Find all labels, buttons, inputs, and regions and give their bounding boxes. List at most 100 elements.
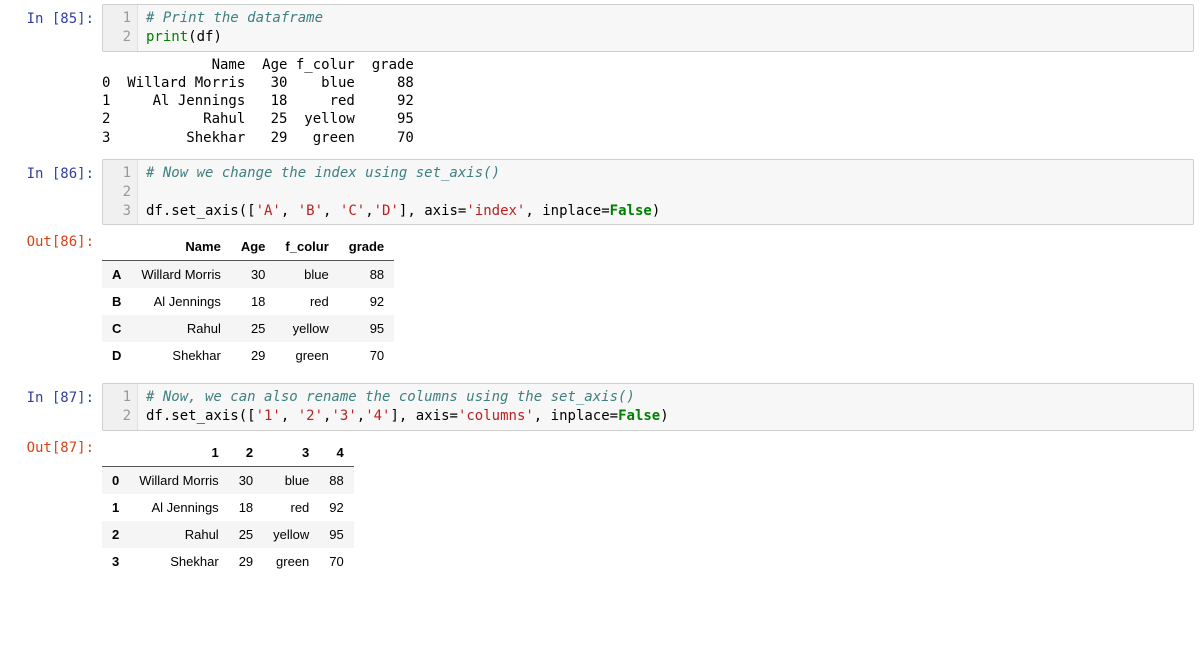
cell: green (275, 342, 338, 369)
table-row: 3Shekhar29green70 (102, 548, 354, 575)
cell: 92 (339, 288, 394, 315)
row-index: A (102, 261, 131, 289)
row-index: C (102, 315, 131, 342)
table-row: BAl Jennings18red92 (102, 288, 394, 315)
cell: 95 (319, 521, 353, 548)
code-area-87[interactable]: 1 2 # Now, we can also rename the column… (102, 383, 1194, 431)
code-text: df.set_axis([ (146, 408, 256, 424)
code-text: , (323, 203, 340, 219)
code-text: (df) (188, 29, 222, 45)
cell: 30 (229, 467, 263, 495)
code-lines-87: # Now, we can also rename the columns us… (138, 384, 677, 430)
gutter-85: 1 2 (103, 5, 138, 51)
code-text: , (281, 408, 298, 424)
code-text: , (281, 203, 298, 219)
cell: yellow (263, 521, 319, 548)
col-header: f_colur (275, 233, 338, 261)
cell: 18 (231, 288, 276, 315)
code-lines-86: # Now we change the index using set_axis… (138, 160, 668, 225)
gutter-86: 1 2 3 (103, 160, 138, 225)
in-prompt-85: In [85]: (8, 4, 102, 52)
cell: 88 (339, 261, 394, 289)
line-number: 1 (103, 9, 131, 28)
output-cell-85: Name Age f_colur grade 0 Willard Morris … (8, 54, 1194, 157)
cell: Shekhar (129, 548, 228, 575)
row-index: B (102, 288, 131, 315)
cell: blue (263, 467, 319, 495)
table-header-row: Name Age f_colur grade (102, 233, 394, 261)
table-row: 1Al Jennings18red92 (102, 494, 354, 521)
code-string: '3' (331, 408, 356, 424)
col-header: grade (339, 233, 394, 261)
code-text: , inplace= (534, 408, 618, 424)
in-prompt-86: In [86]: (8, 159, 102, 226)
empty-prompt (8, 54, 102, 157)
cell: 95 (339, 315, 394, 342)
cell: Willard Morris (131, 261, 230, 289)
cell: red (275, 288, 338, 315)
code-comment: # Now we change the index using set_axis… (146, 165, 500, 181)
cell: Al Jennings (129, 494, 228, 521)
code-string: 'D' (374, 203, 399, 219)
code-text: , inplace= (525, 203, 609, 219)
cell: Al Jennings (131, 288, 230, 315)
code-text: ) (660, 408, 668, 424)
line-number: 2 (103, 183, 131, 202)
line-number: 2 (103, 28, 131, 47)
cell: Willard Morris (129, 467, 228, 495)
table-row: CRahul25yellow95 (102, 315, 394, 342)
code-string: '2' (298, 408, 323, 424)
code-string: 'index' (466, 203, 525, 219)
line-number: 1 (103, 164, 131, 183)
stdout-85: Name Age f_colur grade 0 Willard Morris … (102, 54, 1194, 157)
col-header-index (102, 439, 129, 467)
cell: red (263, 494, 319, 521)
input-cell-85: In [85]: 1 2 # Print the dataframe print… (8, 4, 1194, 52)
dataframe-output-86: Name Age f_colur grade AWillard Morris30… (102, 227, 1194, 381)
out-prompt-87: Out[87]: (8, 433, 102, 587)
cell: 92 (319, 494, 353, 521)
cell: 29 (229, 548, 263, 575)
cell: blue (275, 261, 338, 289)
code-comment: # Now, we can also rename the columns us… (146, 389, 635, 405)
cell: yellow (275, 315, 338, 342)
cell: 70 (339, 342, 394, 369)
col-header-index (102, 233, 131, 261)
out-prompt-86: Out[86]: (8, 227, 102, 381)
col-header: 1 (129, 439, 228, 467)
cell: Shekhar (131, 342, 230, 369)
dataframe-output-87: 1 2 3 4 0Willard Morris30blue88 1Al Jenn… (102, 433, 1194, 587)
cell: 70 (319, 548, 353, 575)
code-text: ], axis= (391, 408, 458, 424)
line-number: 1 (103, 388, 131, 407)
dataframe-table-86: Name Age f_colur grade AWillard Morris30… (102, 233, 394, 369)
table-row: DShekhar29green70 (102, 342, 394, 369)
col-header: Age (231, 233, 276, 261)
code-string: '4' (365, 408, 390, 424)
output-cell-86: Out[86]: Name Age f_colur grade AWillard… (8, 227, 1194, 381)
row-index: D (102, 342, 131, 369)
code-string: 'A' (256, 203, 281, 219)
code-area-85[interactable]: 1 2 # Print the dataframe print(df) (102, 4, 1194, 52)
input-cell-86: In [86]: 1 2 3 # Now we change the index… (8, 159, 1194, 226)
col-header: 2 (229, 439, 263, 467)
table-header-row: 1 2 3 4 (102, 439, 354, 467)
gutter-87: 1 2 (103, 384, 138, 430)
line-number: 2 (103, 407, 131, 426)
cell: Rahul (129, 521, 228, 548)
code-lines-85: # Print the dataframe print(df) (138, 5, 331, 51)
code-comment: # Print the dataframe (146, 10, 323, 26)
cell: 29 (231, 342, 276, 369)
cell: green (263, 548, 319, 575)
code-keyword: False (610, 203, 652, 219)
code-text: , (365, 203, 373, 219)
code-area-86[interactable]: 1 2 3 # Now we change the index using se… (102, 159, 1194, 226)
input-cell-87: In [87]: 1 2 # Now, we can also rename t… (8, 383, 1194, 431)
cell: 25 (231, 315, 276, 342)
col-header: Name (131, 233, 230, 261)
table-row: AWillard Morris30blue88 (102, 261, 394, 289)
dataframe-table-87: 1 2 3 4 0Willard Morris30blue88 1Al Jenn… (102, 439, 354, 575)
code-string: 'columns' (458, 408, 534, 424)
cell: 25 (229, 521, 263, 548)
in-prompt-87: In [87]: (8, 383, 102, 431)
